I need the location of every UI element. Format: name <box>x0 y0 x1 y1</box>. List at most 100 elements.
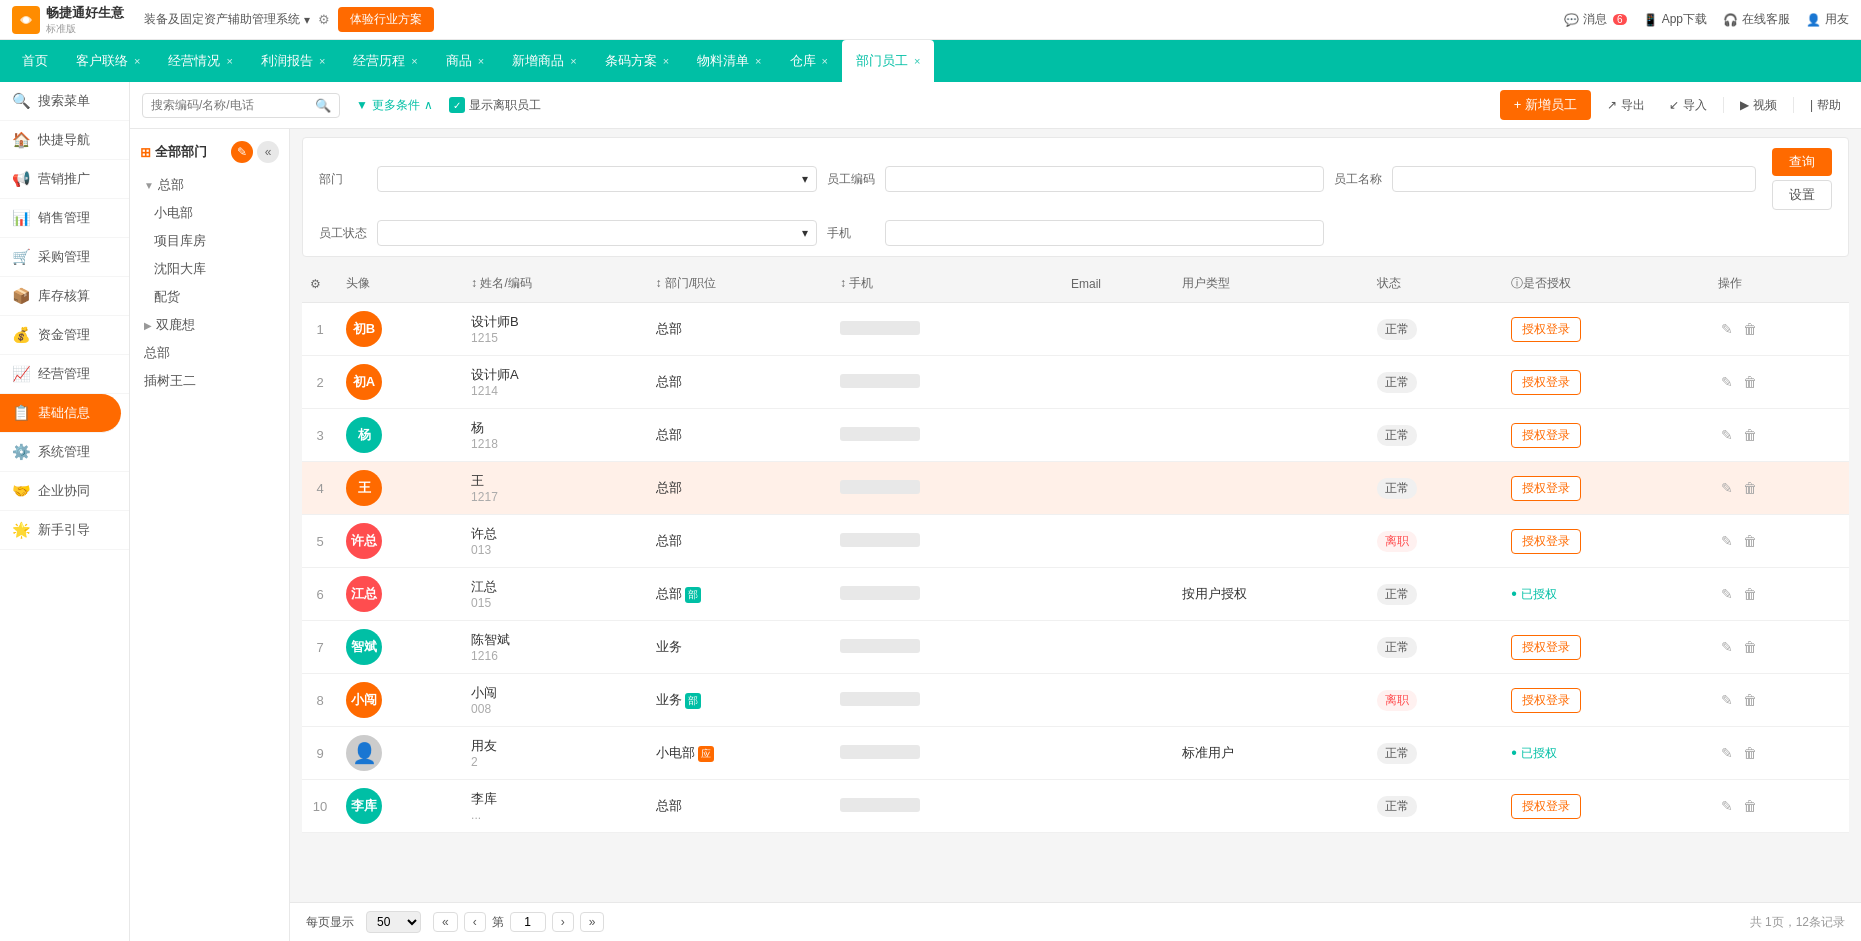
edit-icon[interactable]: ✎ <box>1721 480 1733 496</box>
next-page-button[interactable]: › <box>552 912 574 932</box>
nav-item-customer[interactable]: 客户联络 × <box>62 40 154 82</box>
edit-icon[interactable]: ✎ <box>1721 586 1733 602</box>
sidebar-item-management[interactable]: 📈 经营管理 <box>0 355 129 394</box>
set-button[interactable]: 设置 <box>1772 180 1832 210</box>
query-button[interactable]: 查询 <box>1772 148 1832 176</box>
name-input[interactable] <box>1392 166 1756 192</box>
col-auth-cell[interactable]: 授权登录 <box>1503 780 1710 833</box>
nav-item-bom[interactable]: 物料清单 × <box>683 40 775 82</box>
nav-item-operation[interactable]: 经营情况 × <box>154 40 246 82</box>
sidebar-item-system[interactable]: ⚙️ 系统管理 <box>0 433 129 472</box>
close-icon[interactable]: × <box>478 55 484 67</box>
auth-button[interactable]: 授权登录 <box>1511 423 1581 448</box>
collapse-dept-button[interactable]: « <box>257 141 279 163</box>
auth-button[interactable]: 授权登录 <box>1511 794 1581 819</box>
last-page-button[interactable]: » <box>580 912 605 932</box>
delete-icon[interactable]: 🗑 <box>1743 692 1757 708</box>
edit-icon[interactable]: ✎ <box>1721 639 1733 655</box>
nav-item-goods[interactable]: 商品 × <box>432 40 498 82</box>
prev-page-button[interactable]: ‹ <box>464 912 486 932</box>
auth-button[interactable]: 授权登录 <box>1511 476 1581 501</box>
sidebar-item-guide[interactable]: 🌟 新手引导 <box>0 511 129 550</box>
auth-button[interactable]: 授权登录 <box>1511 635 1581 660</box>
settings-icon[interactable]: ⚙ <box>318 12 330 27</box>
auth-button[interactable]: 授权登录 <box>1511 370 1581 395</box>
code-input[interactable] <box>885 166 1325 192</box>
col-auth-cell[interactable]: 授权登录 <box>1503 409 1710 462</box>
col-auth-cell[interactable]: 授权登录 <box>1503 621 1710 674</box>
nav-item-history[interactable]: 经营历程 × <box>339 40 431 82</box>
import-button[interactable]: ↙ 导入 <box>1661 93 1715 118</box>
delete-icon[interactable]: 🗑 <box>1743 321 1757 337</box>
auth-button[interactable]: 授权登录 <box>1511 688 1581 713</box>
sidebar-item-search[interactable]: 🔍 搜索菜单 <box>0 82 129 121</box>
dept-item-shuanglu[interactable]: ▶ 双鹿想 <box>130 311 289 339</box>
online-service-button[interactable]: 🎧 在线客服 <box>1723 11 1790 28</box>
close-icon[interactable]: × <box>226 55 232 67</box>
edit-icon[interactable]: ✎ <box>1721 427 1733 443</box>
close-icon[interactable]: × <box>411 55 417 67</box>
export-button[interactable]: ↗ 导出 <box>1599 93 1653 118</box>
close-icon[interactable]: × <box>822 55 828 67</box>
message-button[interactable]: 💬 消息 6 <box>1564 11 1627 28</box>
delete-icon[interactable]: 🗑 <box>1743 798 1757 814</box>
sidebar-item-basics[interactable]: 📋 基础信息 <box>0 394 121 433</box>
close-icon[interactable]: × <box>134 55 140 67</box>
close-icon[interactable]: × <box>570 55 576 67</box>
auth-button[interactable]: 授权登录 <box>1511 529 1581 554</box>
filter-button[interactable]: ▼ 更多条件 ∧ <box>348 93 441 118</box>
app-download-button[interactable]: 📱 App下载 <box>1643 11 1707 28</box>
delete-icon[interactable]: 🗑 <box>1743 586 1757 602</box>
col-auth-cell[interactable]: 授权登录 <box>1503 462 1710 515</box>
page-input[interactable] <box>510 912 546 932</box>
dept-select[interactable]: ▾ <box>377 166 817 192</box>
col-auth-cell[interactable]: 授权登录 <box>1503 303 1710 356</box>
edit-icon[interactable]: ✎ <box>1721 692 1733 708</box>
col-name[interactable]: ↕ 姓名/编码 <box>463 265 647 303</box>
delete-icon[interactable]: 🗑 <box>1743 533 1757 549</box>
nav-item-employee[interactable]: 部门员工 × <box>842 40 934 82</box>
sidebar-item-collab[interactable]: 🤝 企业协同 <box>0 472 129 511</box>
system-selector[interactable]: 装备及固定资产辅助管理系统 ▾ <box>144 11 310 28</box>
delete-icon[interactable]: 🗑 <box>1743 427 1757 443</box>
close-icon[interactable]: × <box>914 55 920 67</box>
dept-item-project-warehouse[interactable]: 项目库房 <box>130 227 289 255</box>
sidebar-item-sales[interactable]: 📊 销售管理 <box>0 199 129 238</box>
col-auth-cell[interactable]: 已授权 <box>1503 727 1710 780</box>
sidebar-item-quicknav[interactable]: 🏠 快捷导航 <box>0 121 129 160</box>
dept-item-chashuwang[interactable]: 插树王二 <box>130 367 289 395</box>
dept-item-peihuo[interactable]: 配货 <box>130 283 289 311</box>
page-size-select[interactable]: 50 10 20 100 <box>366 911 421 933</box>
delete-icon[interactable]: 🗑 <box>1743 374 1757 390</box>
dept-item-zongbu-parent[interactable]: ▼ 总部 <box>130 171 289 199</box>
trial-button[interactable]: 体验行业方案 <box>338 7 434 32</box>
edit-icon[interactable]: ✎ <box>1721 321 1733 337</box>
dept-item-shenyang[interactable]: 沈阳大库 <box>130 255 289 283</box>
auth-button[interactable]: 授权登录 <box>1511 317 1581 342</box>
nav-item-profit[interactable]: 利润报告 × <box>247 40 339 82</box>
add-employee-button[interactable]: + 新增员工 <box>1500 90 1591 120</box>
edit-icon[interactable]: ✎ <box>1721 374 1733 390</box>
sidebar-item-marketing[interactable]: 📢 营销推广 <box>0 160 129 199</box>
close-icon[interactable]: × <box>663 55 669 67</box>
sidebar-item-inventory[interactable]: 📦 库存核算 <box>0 277 129 316</box>
dept-item-xiao-dian[interactable]: 小电部 <box>130 199 289 227</box>
dept-item-zongbu[interactable]: 总部 <box>130 339 289 367</box>
search-box[interactable]: 🔍 <box>142 93 340 118</box>
col-auth-cell[interactable]: 授权登录 <box>1503 356 1710 409</box>
col-dept[interactable]: ↕ 部门/职位 <box>648 265 832 303</box>
close-icon[interactable]: × <box>755 55 761 67</box>
help-button[interactable]: | 帮助 <box>1802 93 1849 118</box>
col-auth-cell[interactable]: 授权登录 <box>1503 515 1710 568</box>
edit-icon[interactable]: ✎ <box>1721 745 1733 761</box>
nav-item-add-goods[interactable]: 新增商品 × <box>498 40 590 82</box>
first-page-button[interactable]: « <box>433 912 458 932</box>
show-resigned-toggle[interactable]: ✓ 显示离职员工 <box>449 97 541 114</box>
col-phone[interactable]: ↕ 手机 <box>832 265 1063 303</box>
delete-icon[interactable]: 🗑 <box>1743 639 1757 655</box>
edit-dept-button[interactable]: ✎ <box>231 141 253 163</box>
video-button[interactable]: ▶ 视频 <box>1732 93 1785 118</box>
status-select[interactable]: ▾ <box>377 220 817 246</box>
nav-item-barcode[interactable]: 条码方案 × <box>591 40 683 82</box>
edit-icon[interactable]: ✎ <box>1721 798 1733 814</box>
